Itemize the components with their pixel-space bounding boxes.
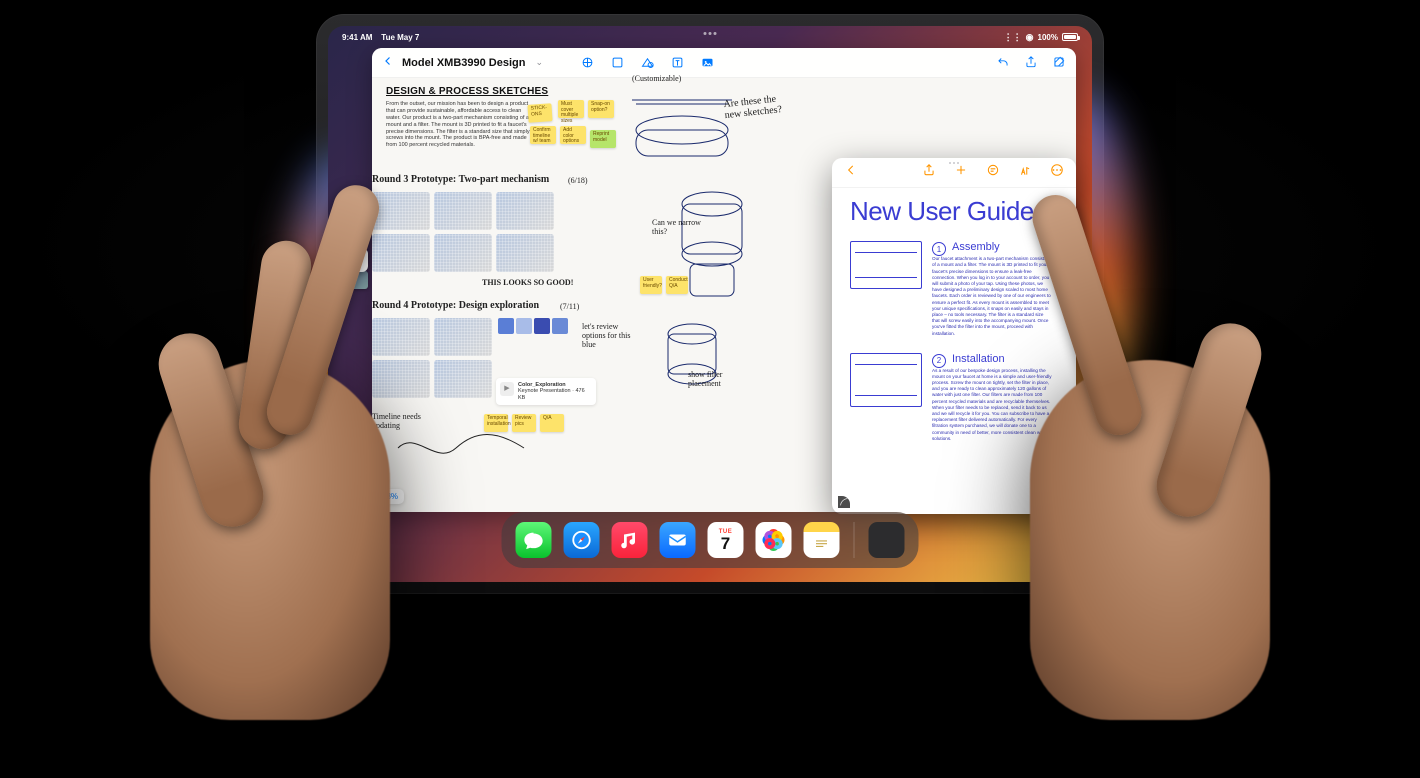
media-tool-icon[interactable] [699,55,715,71]
installation-figure [850,353,922,407]
keynote-file-chip[interactable]: Color_Exploration Keynote Presentation ·… [496,378,596,405]
canvas-tool-group [579,55,715,71]
looks-good-note: THIS LOOKS SO GOOD! [482,278,573,287]
section-body: As a result of our bespoke design proces… [932,368,1052,442]
dock-separator [854,522,855,558]
round4-label: Round 4 Prototype: Design exploration [372,300,539,311]
assembly-figure [850,241,922,289]
swatch[interactable] [534,318,550,334]
sticky-note[interactable]: Review pics [512,414,536,432]
slideover-content: New User Guide 1 Assembly Our faucet att… [832,188,1076,452]
freeform-topbar: Model XMB3990 Design ⌄ [372,48,1076,78]
status-time: 9:41 AM [342,33,372,42]
intro-text: From the outset, our mission has been to… [386,101,536,149]
customizable-note: (Customizable) [632,74,681,83]
sticky-note[interactable]: Q/A [540,414,564,432]
section-number: 2 [932,354,946,368]
sticky-note[interactable]: Confirm timeline w/ team [530,126,556,144]
compose-icon[interactable] [1052,55,1066,74]
pen-tool-icon[interactable] [579,55,595,71]
photos-app-chip[interactable] [344,248,368,272]
sticky-note[interactable]: Conduct Q/A [666,276,688,294]
round4-date: (7/11) [560,302,579,311]
show-filter-note: show filter placement [688,370,738,388]
messages-app-icon[interactable] [516,522,552,558]
status-bar: 9:41 AM Tue May 7 ⋮⋮ ◉ 100% [328,26,1092,44]
swatch[interactable] [516,318,532,334]
shape-tool-icon[interactable] [639,55,655,71]
section-title: Assembly [952,241,1000,253]
round3-photos[interactable] [372,192,554,272]
app-library-icon[interactable] [869,522,905,558]
notes-app-icon[interactable] [804,522,840,558]
back-button[interactable] [382,55,394,70]
sticky-note[interactable]: STICK-ONS [527,103,552,123]
undo-icon[interactable] [996,55,1010,74]
round3-date: (6/18) [568,176,588,185]
music-app-icon[interactable] [612,522,648,558]
calendar-app-icon[interactable]: TUE 7 [708,522,744,558]
battery-percent: 100% [1038,33,1058,42]
markup-icon[interactable] [1018,163,1032,182]
section-number: 1 [932,242,946,256]
color-swatches[interactable] [498,318,568,334]
mail-app-icon[interactable] [660,522,696,558]
guide-section-installation: 2 Installation As a result of our bespok… [850,353,1058,442]
calendar-day: 7 [721,535,730,552]
round4-photos[interactable] [372,318,492,398]
resize-handle[interactable] [838,496,850,508]
status-date: Tue May 7 [381,33,419,42]
slideover-window[interactable]: New User Guide 1 Assembly Our faucet att… [832,158,1076,514]
swatch[interactable] [552,318,568,334]
format-icon[interactable] [986,163,1000,182]
ipad-device: 9:41 AM Tue May 7 ⋮⋮ ◉ 100% We'll have n… [316,14,1104,594]
freeform-right-tools [996,55,1066,74]
battery-icon [1062,33,1078,41]
slideover-pill[interactable] [949,162,959,164]
share-icon[interactable] [922,163,936,182]
section-body: Our faucet attachment is a two-part mech… [932,256,1052,336]
round3-label: Round 3 Prototype: Two-part mechanism [372,174,549,185]
wifi-signal-icon: ◉ [1026,32,1034,43]
dock: TUE 7 [502,512,919,568]
guide-section-assembly: 1 Assembly Our faucet attachment is a tw… [850,241,1058,336]
left-edge-strip [344,48,372,512]
add-icon[interactable] [954,163,968,182]
sticky-note[interactable]: Temporal installation [484,414,508,432]
section-title: Installation [952,353,1005,365]
photos-app-icon[interactable] [756,522,792,558]
file-meta: Keynote Presentation · 476 KB [518,388,585,400]
sticky-note[interactable]: Must cover multiple sizes [558,100,584,118]
swatch[interactable] [498,318,514,334]
safari-app-icon[interactable] [564,522,600,558]
review-options-note: let's review options for this blue [582,322,632,349]
narrow-note: Can we narrow this? [652,218,702,236]
share-icon[interactable] [1024,55,1038,74]
sticky-note[interactable]: User friendly? [640,276,662,294]
sticky-note[interactable]: Add color options [560,126,586,144]
zoom-badge[interactable]: 63% [376,489,404,504]
file-name: Color_Exploration [518,382,566,388]
slideover-back-icon[interactable] [844,163,858,182]
wifi-icon: ⋮⋮ [1004,32,1022,43]
sticky-tool-icon[interactable] [609,55,625,71]
ipad-screen: 9:41 AM Tue May 7 ⋮⋮ ◉ 100% We'll have n… [328,26,1092,582]
more-icon[interactable] [1050,163,1064,182]
ask-sketches-note: Are these the new sketches? [723,93,785,121]
title-chevron-icon[interactable]: ⌄ [535,57,543,68]
text-tool-icon[interactable] [669,55,685,71]
guide-title: New User Guide [850,198,1058,225]
sticky-note[interactable]: Snap-on option? [588,100,614,118]
document-title[interactable]: Model XMB3990 Design [402,57,525,69]
